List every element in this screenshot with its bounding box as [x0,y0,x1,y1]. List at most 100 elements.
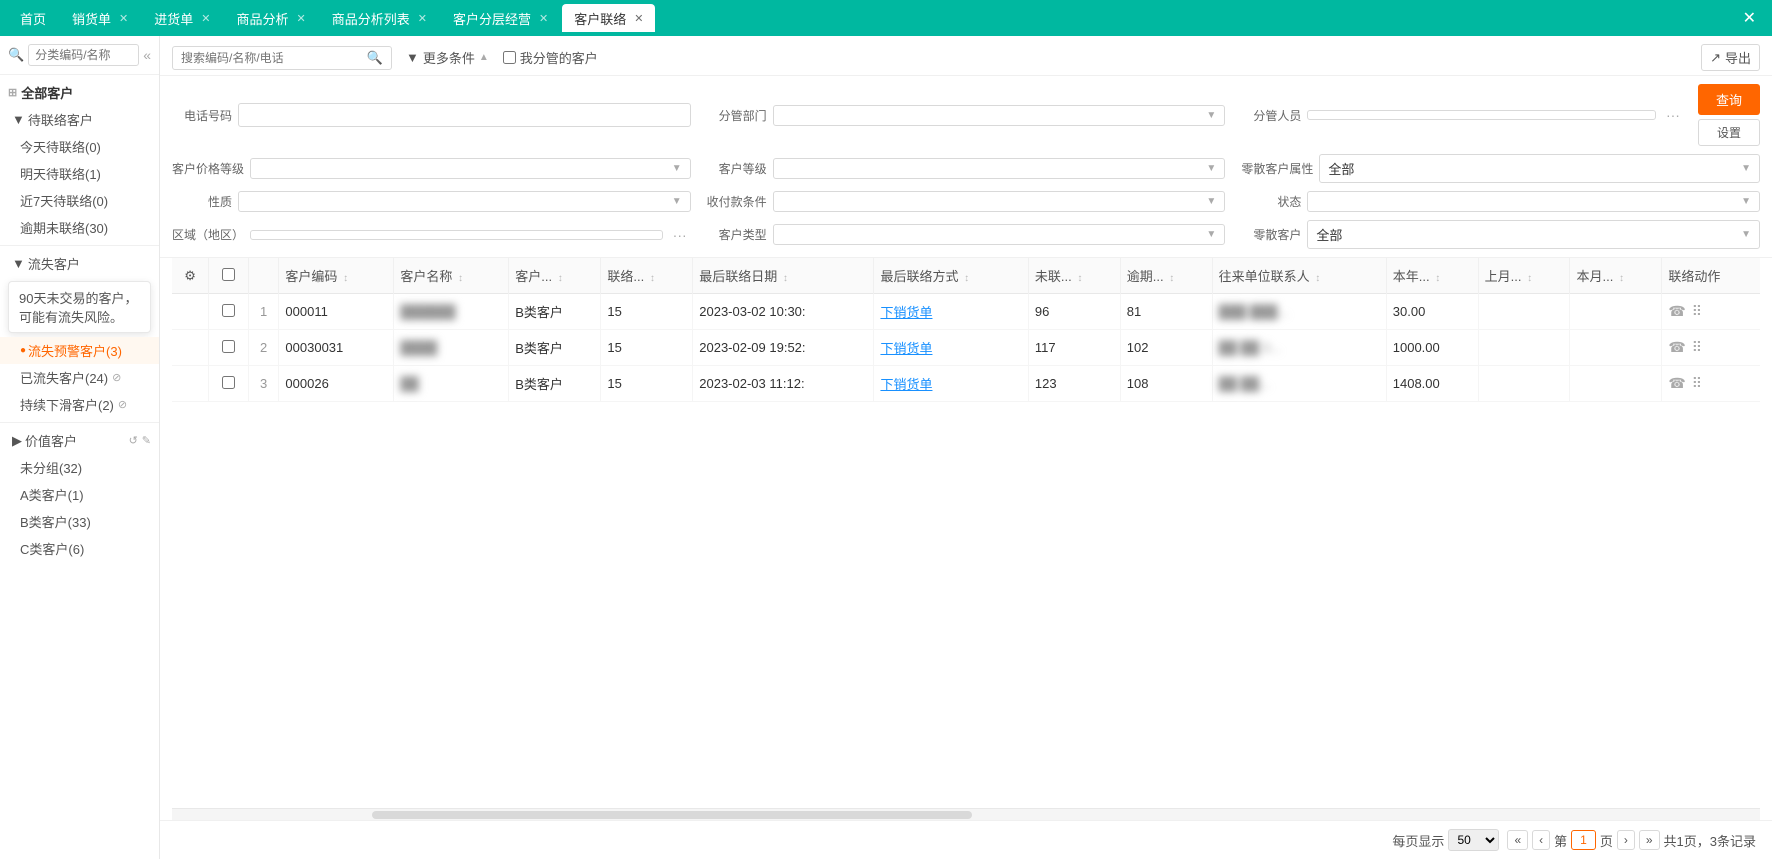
th-last-month[interactable]: 上月... ↕ [1478,258,1570,294]
th-uncontacted[interactable]: 未联... ↕ [1028,258,1120,294]
dept-select[interactable]: ▼ [773,105,1226,126]
sidebar-search-input[interactable] [28,44,139,66]
filter-manager: 分管人员 ··· 查询 设置 [1241,84,1760,146]
sidebar-item-overdue-contact[interactable]: 逾期未联络(30) [0,214,159,241]
th-this-month[interactable]: 本月... ↕ [1570,258,1662,294]
td-date-3: 2023-02-03 11:12: [693,366,874,402]
phone-input[interactable] [238,103,691,127]
action-more-icon-1[interactable]: ⠿ [1692,303,1702,320]
sidebar-item-lost-already[interactable]: 已流失客户(24) ⊘ [0,364,159,391]
action-more-icon-2[interactable]: ⠿ [1692,339,1702,356]
sidebar-item-today[interactable]: 今天待联络(0) [0,133,159,160]
action-more-icon-3[interactable]: ⠿ [1692,375,1702,392]
sidebar-group-lost[interactable]: ▼ 流失客户 [0,250,159,277]
sidebar-item-tomorrow[interactable]: 明天待联络(1) [0,160,159,187]
customer-type-select[interactable]: ▼ [773,224,1226,245]
nav-tab-home[interactable]: 首页 [8,4,58,32]
td-type-3[interactable]: 下销货单 [874,366,1028,402]
th-last-contact-date[interactable]: 最后联络日期 ↕ [693,258,874,294]
sidebar-item-ungroup[interactable]: 未分组(32) [0,454,159,481]
td-checkbox-3[interactable] [209,366,249,402]
prev-page-button[interactable]: ‹ [1532,830,1550,850]
sidebar-item-lost-predicted[interactable]: ● 流失预警客户(3) [0,337,159,364]
value-label: 价值客户 [25,431,77,450]
gender-select[interactable]: ▼ [238,191,691,212]
th-settings[interactable]: ⚙ [172,258,209,294]
first-page-button[interactable]: « [1507,830,1528,850]
sidebar-all-customers-label: 全部客户 [21,83,73,102]
horizontal-scrollbar[interactable] [172,808,1760,820]
td-code-3: 000026 [279,366,394,402]
close-analysis-icon[interactable]: ✕ [297,12,306,25]
td-num-2: 2 [248,330,279,366]
zero-customer-select[interactable]: 全部▼ [1307,220,1760,249]
nav-tab-purchase[interactable]: 进货单 ✕ [142,4,222,32]
th-contacts[interactable]: 联络... ↕ [601,258,693,294]
query-button[interactable]: 查询 [1698,84,1760,115]
sidebar-collapse-icon[interactable]: « [143,47,151,63]
close-customer-contact-icon[interactable]: ✕ [634,12,643,25]
zero-attr-select[interactable]: 全部▼ [1319,154,1760,183]
select-all-checkbox[interactable] [222,268,235,281]
nav-tab-sales[interactable]: 销货单 ✕ [60,4,140,32]
conditions-expand-icon: ▲ [479,52,489,63]
price-grade-select[interactable]: ▼ [250,158,691,179]
grade-select[interactable]: ▼ [773,158,1226,179]
nav-tab-analysis[interactable]: 商品分析 ✕ [224,4,317,32]
td-checkbox-1[interactable] [209,294,249,330]
sidebar-group-value[interactable]: ▶ 价值客户 ↺ ✎ [0,427,159,454]
value-edit-icon[interactable]: ✎ [142,434,151,447]
sidebar-group-pending[interactable]: ▼ 待联络客户 [0,106,159,133]
region-ellipsis[interactable]: ··· [669,227,691,243]
sidebar-item-b-class[interactable]: B类客户(33) [0,508,159,535]
more-conditions-button[interactable]: ▼ 更多条件 ▲ [400,45,495,70]
th-name[interactable]: 客户名称 ↕ [394,258,509,294]
td-checkbox-2[interactable] [209,330,249,366]
th-code[interactable]: 客户编码 ↕ [279,258,394,294]
th-last-contact-type[interactable]: 最后联络方式 ↕ [874,258,1028,294]
settings-button[interactable]: 设置 [1698,119,1760,146]
th-this-year[interactable]: 本年... ↕ [1386,258,1478,294]
close-purchase-icon[interactable]: ✕ [201,12,210,25]
action-phone-icon-3[interactable]: ☎ [1668,375,1685,392]
sidebar-item-week[interactable]: 近7天待联络(0) [0,187,159,214]
td-type-1[interactable]: 下销货单 [874,294,1028,330]
sidebar-item-a-class[interactable]: A类客户(1) [0,481,159,508]
nav-tab-customer-tier[interactable]: 客户分层经营 ✕ [441,4,560,32]
close-analysis-list-icon[interactable]: ✕ [418,12,427,25]
export-button[interactable]: ↗ 导出 [1701,44,1760,71]
close-customer-tier-icon[interactable]: ✕ [539,12,548,25]
manager-ellipsis[interactable]: ··· [1662,107,1684,123]
sidebar-item-lost-convert[interactable]: 持续下滑客户(2) ⊘ [0,391,159,418]
sidebar-item-c-class[interactable]: C类客户(6) [0,535,159,562]
th-overdue[interactable]: 逾期... ↕ [1120,258,1212,294]
status-select[interactable]: ▼ [1307,191,1760,212]
search-input[interactable] [181,51,363,65]
nav-tab-analysis-list[interactable]: 商品分析列表 ✕ [320,4,439,32]
data-table: ⚙ 客户编码 ↕ 客户名称 ↕ [172,258,1760,402]
region-select[interactable] [250,230,663,240]
th-unit-contacts[interactable]: 往来单位联系人 ↕ [1212,258,1386,294]
search-icon[interactable]: 🔍 [367,50,383,66]
td-lastmonth-3 [1478,366,1570,402]
window-close-button[interactable]: ✕ [1735,8,1764,28]
payment-select[interactable]: ▼ [773,191,1226,212]
th-checkbox[interactable] [209,258,249,294]
value-refresh-icon[interactable]: ↺ [129,434,138,447]
last-page-button[interactable]: » [1639,830,1660,850]
td-uncontacted-3: 123 [1028,366,1120,402]
manager-select[interactable] [1307,110,1656,120]
close-sales-icon[interactable]: ✕ [119,12,128,25]
action-phone-icon-1[interactable]: ☎ [1668,303,1685,320]
th-category[interactable]: 客户... ↕ [509,258,601,294]
next-page-button[interactable]: › [1617,830,1635,850]
my-customers-checkbox-label[interactable]: 我分管的客户 [503,48,598,67]
scrollbar-thumb[interactable] [372,811,972,819]
td-overdue-2: 102 [1120,330,1212,366]
nav-tab-customer-contact[interactable]: 客户联络 ✕ [562,4,655,32]
action-phone-icon-2[interactable]: ☎ [1668,339,1685,356]
per-page-select[interactable]: 50 20 100 [1448,829,1499,851]
my-customers-checkbox[interactable] [503,51,516,64]
sidebar-all-customers[interactable]: ⊞ 全部客户 [0,75,159,106]
td-type-2[interactable]: 下销货单 [874,330,1028,366]
